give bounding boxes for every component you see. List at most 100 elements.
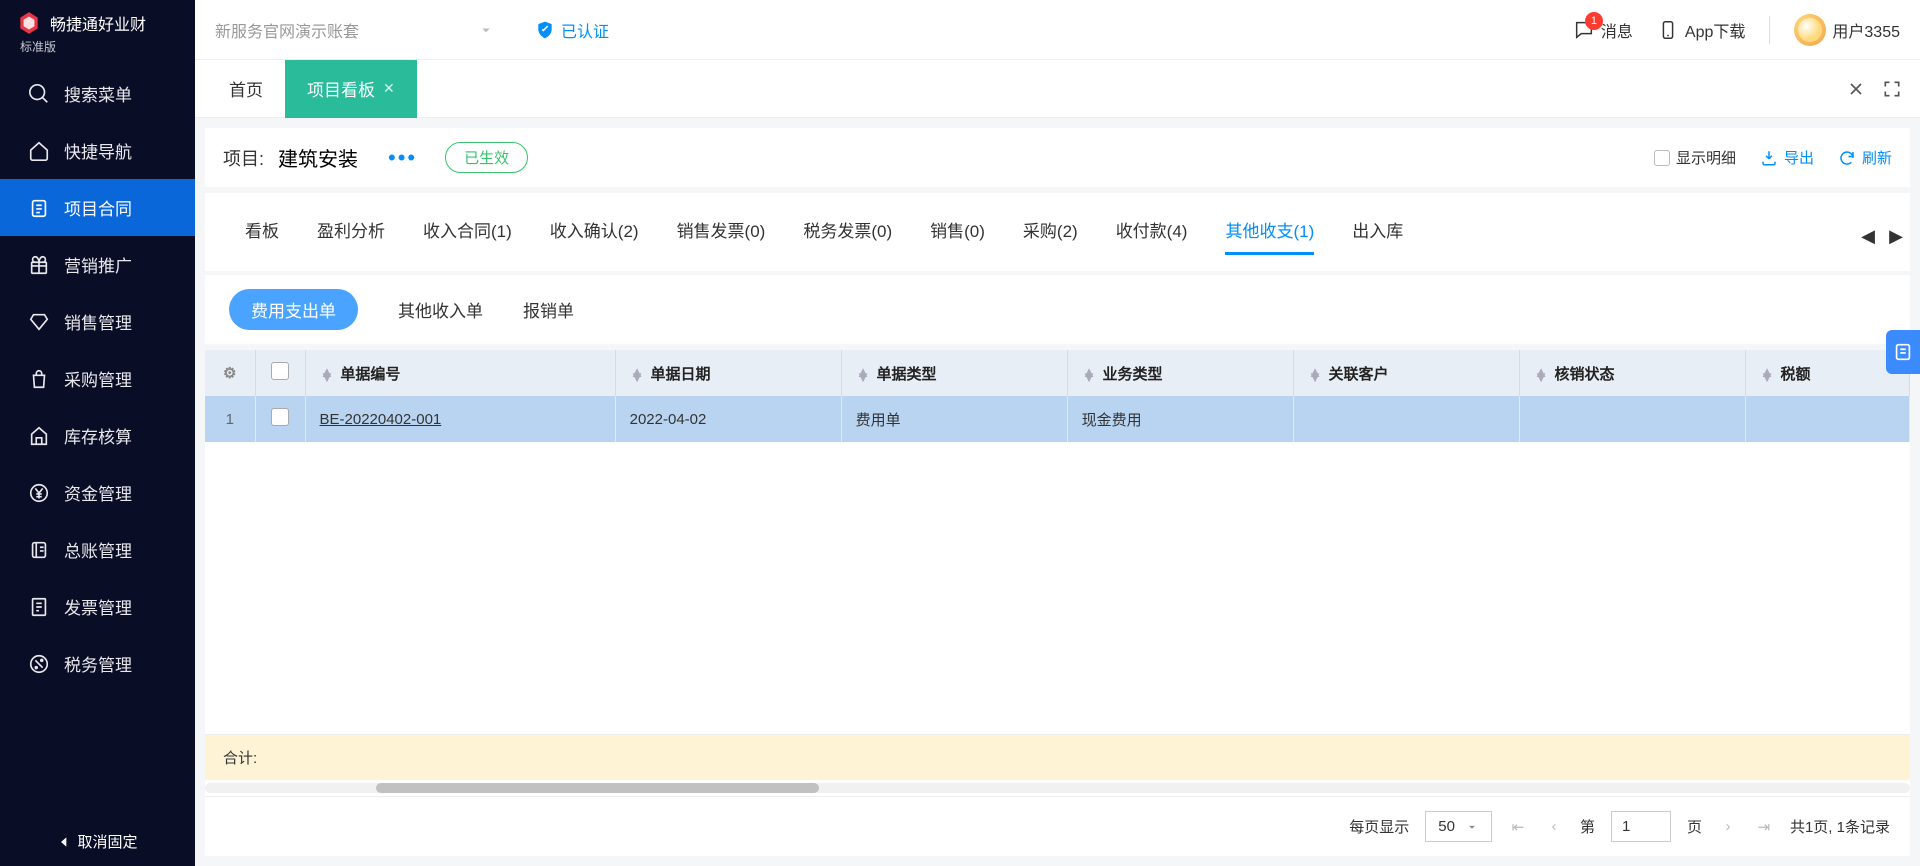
section-tab-7[interactable]: 采购(2) [1023,217,1078,255]
next-page[interactable]: › [1718,817,1738,837]
note-icon [1892,341,1914,363]
col-6[interactable]: ▲▼税额 [1745,350,1909,396]
sidebar-item-0[interactable]: 搜索菜单 [0,65,195,122]
per-page-label: 每页显示 [1349,816,1409,837]
sidebar-item-1[interactable]: 快捷导航 [0,122,195,179]
sidebar-item-6[interactable]: 库存核算 [0,407,195,464]
toggle-detail[interactable]: 显示明细 [1654,147,1736,168]
last-page[interactable]: ⇥ [1754,817,1774,837]
close-all-button[interactable] [1844,77,1868,101]
project-header: 项目: 建筑安装 ••• 已生效 显示明细 导出 刷新 [223,142,1892,173]
gear-icon: ⚙ [223,365,236,382]
sidebar-item-8[interactable]: 总账管理 [0,521,195,578]
sidebar-item-9[interactable]: 发票管理 [0,578,195,635]
username: 用户3355 [1832,18,1900,42]
search-icon [28,83,50,105]
brand-edition: 标准版 [0,38,195,65]
section-tabs-wrap: 看板盈利分析收入合同(1) 收入确认(2) 销售发票(0) 税务发票(0) 销售(0) 采… [205,201,1910,271]
sidebar-item-3[interactable]: 营销推广 [0,236,195,293]
phone-icon [1657,19,1679,41]
export-label: 导出 [1784,147,1814,168]
sidebar-item-5[interactable]: 采购管理 [0,350,195,407]
page-input[interactable]: 1 [1611,811,1671,842]
sidebar-item-label: 项目合同 [64,195,132,220]
tabs-next[interactable]: ▶ [1882,222,1910,250]
sidebar-item-label: 资金管理 [64,480,132,505]
checkbox-icon [1654,150,1670,166]
section-tab-0[interactable]: 看板 [245,217,279,255]
section-tab-9[interactable]: 其他收支(1) [1225,217,1314,255]
table-row[interactable]: 1BE-20220402-0012022-04-02费用单现金费用 [205,396,1910,442]
project-label: 项目: [223,145,264,171]
float-action-button[interactable] [1886,330,1920,374]
close-icon[interactable]: ✕ [383,80,395,97]
col-checkbox[interactable] [255,350,305,396]
user-menu[interactable]: 用户3355 [1794,14,1900,46]
section-tab-10[interactable]: 出入库 [1352,217,1403,255]
section-tab-6[interactable]: 销售(0) [930,217,985,255]
app-download-button[interactable]: App下载 [1657,18,1745,42]
tabs-prev[interactable]: ◀ [1854,222,1882,250]
sidebar-item-label: 营销推广 [64,252,132,277]
per-page-select[interactable]: 50 [1425,811,1492,842]
col-gear[interactable]: ⚙ [205,350,255,396]
row-checkbox[interactable] [255,396,305,442]
subtab-1[interactable]: 其他收入单 [398,297,483,322]
sum-row: 合计: [205,734,1910,780]
table-wrap: ⚙ ▲▼单据编号▲▼单据日期▲▼单据类型▲▼业务类型▲▼关联客户▲▼核销状态▲▼… [205,350,1910,856]
messages-button[interactable]: 1 消息 [1573,18,1633,42]
export-button[interactable]: 导出 [1760,147,1814,168]
yen-icon [28,482,50,504]
topbar-right: 1 消息 App下载 用户3355 [1573,14,1900,46]
data-table: ⚙ ▲▼单据编号▲▼单据日期▲▼单据类型▲▼业务类型▲▼关联客户▲▼核销状态▲▼… [205,350,1910,442]
section-tab-2[interactable]: 收入合同(1) [423,217,512,255]
fullscreen-button[interactable] [1880,77,1904,101]
cell-doc-type: 费用单 [841,396,1067,442]
cell-doc-date: 2022-04-02 [615,396,841,442]
table-scroll[interactable]: ⚙ ▲▼单据编号▲▼单据日期▲▼单据类型▲▼业务类型▲▼关联客户▲▼核销状态▲▼… [205,350,1910,734]
doc-link[interactable]: BE-20220402-001 [320,411,442,428]
sidebar-item-2[interactable]: 项目合同 [0,179,195,236]
section-tabs: 看板盈利分析收入合同(1) 收入确认(2) 销售发票(0) 税务发票(0) 销售(0) 采… [205,201,1854,271]
subtab-2[interactable]: 报销单 [523,297,574,322]
expand-icon [1882,79,1902,99]
sidebar-unpin[interactable]: 取消固定 [0,817,195,866]
tab-home[interactable]: 首页 [207,60,285,118]
sidebar-item-7[interactable]: 资金管理 [0,464,195,521]
col-3[interactable]: ▲▼业务类型 [1067,350,1293,396]
more-actions[interactable]: ••• [388,145,417,171]
sidebar-item-10[interactable]: 税务管理 [0,635,195,692]
col-5[interactable]: ▲▼核销状态 [1519,350,1745,396]
subtab-0[interactable]: 费用支出单 [229,289,358,330]
section-tab-1[interactable]: 盈利分析 [317,217,385,255]
diamond-icon [28,311,50,333]
unpin-icon [57,834,73,850]
horizontal-scrollbar[interactable] [205,780,1910,796]
col-2[interactable]: ▲▼单据类型 [841,350,1067,396]
col-4[interactable]: ▲▼关联客户 [1293,350,1519,396]
section-tab-5[interactable]: 税务发票(0) [803,217,892,255]
section-tab-3[interactable]: 收入确认(2) [550,217,639,255]
sidebar-item-label: 税务管理 [64,651,132,676]
refresh-label: 刷新 [1862,147,1892,168]
account-selector[interactable]: 新服务官网演示账套 [215,18,495,42]
tab-home-label: 首页 [229,76,263,101]
sidebar-item-4[interactable]: 销售管理 [0,293,195,350]
subtabs: 费用支出单 其他收入单 报销单 [205,275,1910,344]
col-0[interactable]: ▲▼单据编号 [305,350,615,396]
section-tab-8[interactable]: 收付款(4) [1116,217,1188,255]
brand-logo: 畅捷通好业财 [0,0,195,38]
tab-project-board[interactable]: 项目看板 ✕ [285,60,417,118]
chevron-down-icon [1465,820,1479,834]
tab-active-label: 项目看板 [307,76,375,101]
first-page[interactable]: ⇤ [1508,817,1528,837]
project-name: 建筑安装 [278,143,358,172]
section-tab-4[interactable]: 销售发票(0) [677,217,766,255]
bag-icon [28,368,50,390]
col-1[interactable]: ▲▼单据日期 [615,350,841,396]
prev-page[interactable]: ‹ [1544,817,1564,837]
refresh-button[interactable]: 刷新 [1838,147,1892,168]
sort-icon: ▲▼ [1534,370,1549,380]
tax-icon [28,653,50,675]
brand-icon [16,10,42,36]
